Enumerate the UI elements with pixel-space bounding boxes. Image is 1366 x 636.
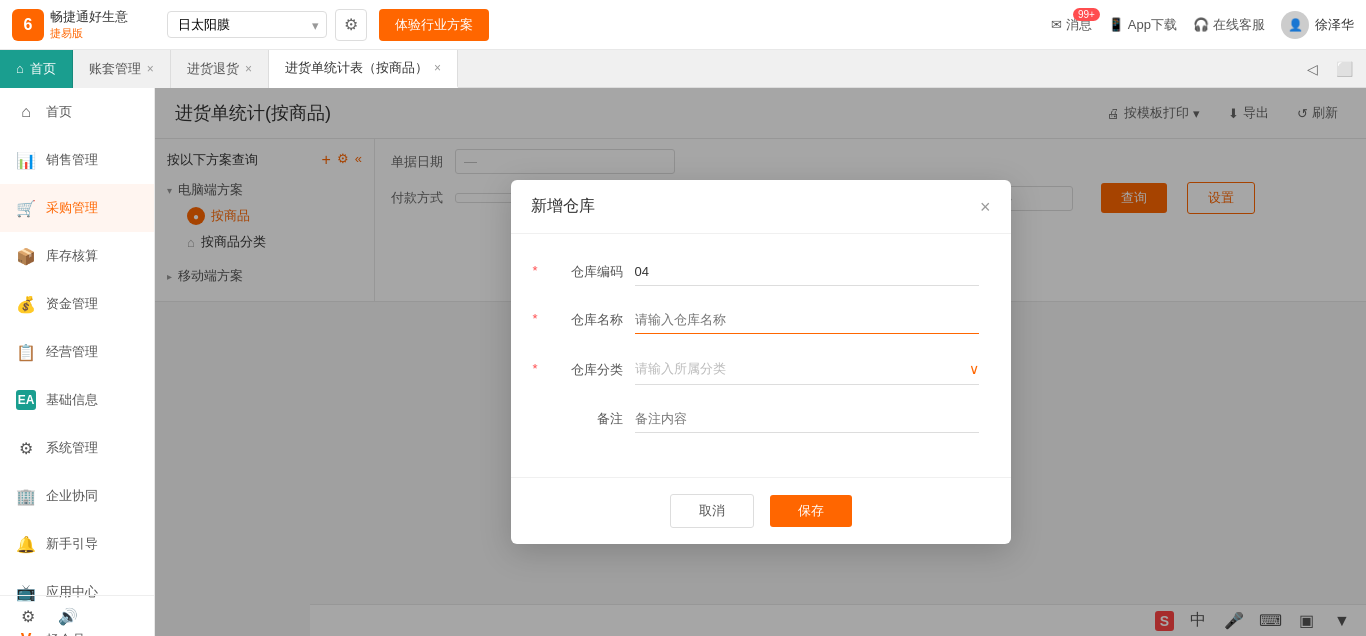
save-button[interactable]: 保存 <box>770 495 852 527</box>
gear-button[interactable]: ⚙ <box>335 9 367 41</box>
code-input[interactable] <box>635 258 979 286</box>
sidebar-item-guide[interactable]: 🔔 新手引导 <box>0 520 154 568</box>
tab-accounts[interactable]: 账套管理 × <box>73 50 171 88</box>
sidebar-item-inventory[interactable]: 📦 库存核算 <box>0 232 154 280</box>
form-row-name: 仓库名称 <box>543 306 979 334</box>
sales-icon: 📊 <box>16 150 36 170</box>
tab-close-accounts[interactable]: × <box>147 62 154 76</box>
top-header: 6 畅捷通好生意 捷易版 日太阳膜 ⚙ 体验行业方案 ✉ 消息 99+ 📱 Ap… <box>0 0 1366 50</box>
message-badge: 99+ <box>1073 8 1100 21</box>
sidebar-item-purchase[interactable]: 🛒 采购管理 <box>0 184 154 232</box>
header-right: ✉ 消息 99+ 📱 App下载 🎧 在线客服 👤 徐泽华 <box>1051 11 1354 39</box>
inventory-icon: 📦 <box>16 246 36 266</box>
tab-purchase-returns[interactable]: 进货退货 × <box>171 50 269 88</box>
modal-overlay: 新增仓库 × 仓库编码 仓库名称 仓库分类 <box>155 88 1366 636</box>
sidebar-item-sales[interactable]: 📊 销售管理 <box>0 136 154 184</box>
basic-icon: EA <box>16 390 36 410</box>
message-button[interactable]: ✉ 消息 99+ <box>1051 16 1092 34</box>
app-icon: 📱 <box>1108 17 1124 32</box>
code-label: 仓库编码 <box>543 263 623 281</box>
tab-actions: ◁ ⬜ <box>1298 55 1366 83</box>
tab-close-stats[interactable]: × <box>434 61 441 75</box>
modal-close-button[interactable]: × <box>980 198 991 216</box>
service-icon: 🎧 <box>1193 17 1209 32</box>
modal-body: 仓库编码 仓库名称 仓库分类 请输入所属分类 ∨ <box>511 234 1011 477</box>
settings-bottom-icon[interactable]: ⚙ <box>16 604 40 628</box>
trial-button[interactable]: 体验行业方案 <box>379 9 489 41</box>
speaker-bottom-icon[interactable]: 🔊 <box>56 604 80 628</box>
tab-purchase-stats[interactable]: 进货单统计表（按商品） × <box>269 50 458 88</box>
logo-area: 6 畅捷通好生意 捷易版 <box>12 9 167 41</box>
category-label: 仓库分类 <box>543 361 623 379</box>
message-icon: ✉ <box>1051 17 1062 32</box>
gear-icon: ⚙ <box>344 15 358 34</box>
username: 徐泽华 <box>1315 16 1354 34</box>
sidebar-item-home[interactable]: ⌂ 首页 <box>0 88 154 136</box>
store-select[interactable]: 日太阳膜 <box>167 11 327 38</box>
main-layout: ⌂ 首页 📊 销售管理 🛒 采购管理 📦 库存核算 💰 资金管理 📋 经营管理 … <box>0 88 1366 636</box>
remark-input[interactable] <box>635 405 979 433</box>
sidebar: ⌂ 首页 📊 销售管理 🛒 采购管理 📦 库存核算 💰 资金管理 📋 经营管理 … <box>0 88 155 636</box>
service-button[interactable]: 🎧 在线客服 <box>1193 16 1265 34</box>
guide-icon: 🔔 <box>16 534 36 554</box>
cancel-button[interactable]: 取消 <box>670 494 754 528</box>
logo-icon: 6 <box>12 9 44 41</box>
finance-icon: 💰 <box>16 294 36 314</box>
remark-label: 备注 <box>543 410 623 428</box>
business-icon: 📋 <box>16 342 36 362</box>
home-icon: ⌂ <box>16 61 24 76</box>
category-placeholder: 请输入所属分类 <box>635 360 969 378</box>
store-select-wrap: 日太阳膜 <box>167 11 327 38</box>
tab-prev-button[interactable]: ◁ <box>1298 55 1326 83</box>
name-label: 仓库名称 <box>543 311 623 329</box>
system-icon: ⚙ <box>16 438 36 458</box>
name-input[interactable] <box>635 306 979 334</box>
purchase-icon: 🛒 <box>16 198 36 218</box>
modal-new-warehouse: 新增仓库 × 仓库编码 仓库名称 仓库分类 <box>511 180 1011 544</box>
enterprise-icon: 🏢 <box>16 486 36 506</box>
modal-title: 新增仓库 <box>531 196 595 217</box>
sidebar-item-system[interactable]: ⚙ 系统管理 <box>0 424 154 472</box>
content-area: 进货单统计(按商品) 🖨 按模板打印 ▾ ⬇ 导出 ↺ 刷新 <box>155 88 1366 636</box>
modal-header: 新增仓库 × <box>511 180 1011 234</box>
sidebar-item-business[interactable]: 📋 经营管理 <box>0 328 154 376</box>
home-sidebar-icon: ⌂ <box>16 102 36 122</box>
sidebar-item-enterprise[interactable]: 🏢 企业协同 <box>0 472 154 520</box>
avatar: 👤 <box>1281 11 1309 39</box>
tab-bar: ⌂ 首页 账套管理 × 进货退货 × 进货单统计表（按商品） × ◁ ⬜ <box>0 50 1366 88</box>
form-row-category: 仓库分类 请输入所属分类 ∨ <box>543 354 979 385</box>
category-arrow-icon: ∨ <box>969 361 979 377</box>
modal-footer: 取消 保存 <box>511 477 1011 544</box>
sidebar-bottom: ⚙ 🔊 <box>0 595 154 636</box>
category-select[interactable]: 请输入所属分类 ∨ <box>635 354 979 385</box>
user-area[interactable]: 👤 徐泽华 <box>1281 11 1354 39</box>
form-row-code: 仓库编码 <box>543 258 979 286</box>
app-download-button[interactable]: 📱 App下载 <box>1108 16 1177 34</box>
tab-close-returns[interactable]: × <box>245 62 252 76</box>
sidebar-item-finance[interactable]: 💰 资金管理 <box>0 280 154 328</box>
form-row-remark: 备注 <box>543 405 979 433</box>
logo-text: 畅捷通好生意 捷易版 <box>50 9 128 40</box>
tab-home[interactable]: ⌂ 首页 <box>0 50 73 88</box>
sidebar-item-basic[interactable]: EA 基础信息 <box>0 376 154 424</box>
tab-maximize-button[interactable]: ⬜ <box>1330 55 1358 83</box>
